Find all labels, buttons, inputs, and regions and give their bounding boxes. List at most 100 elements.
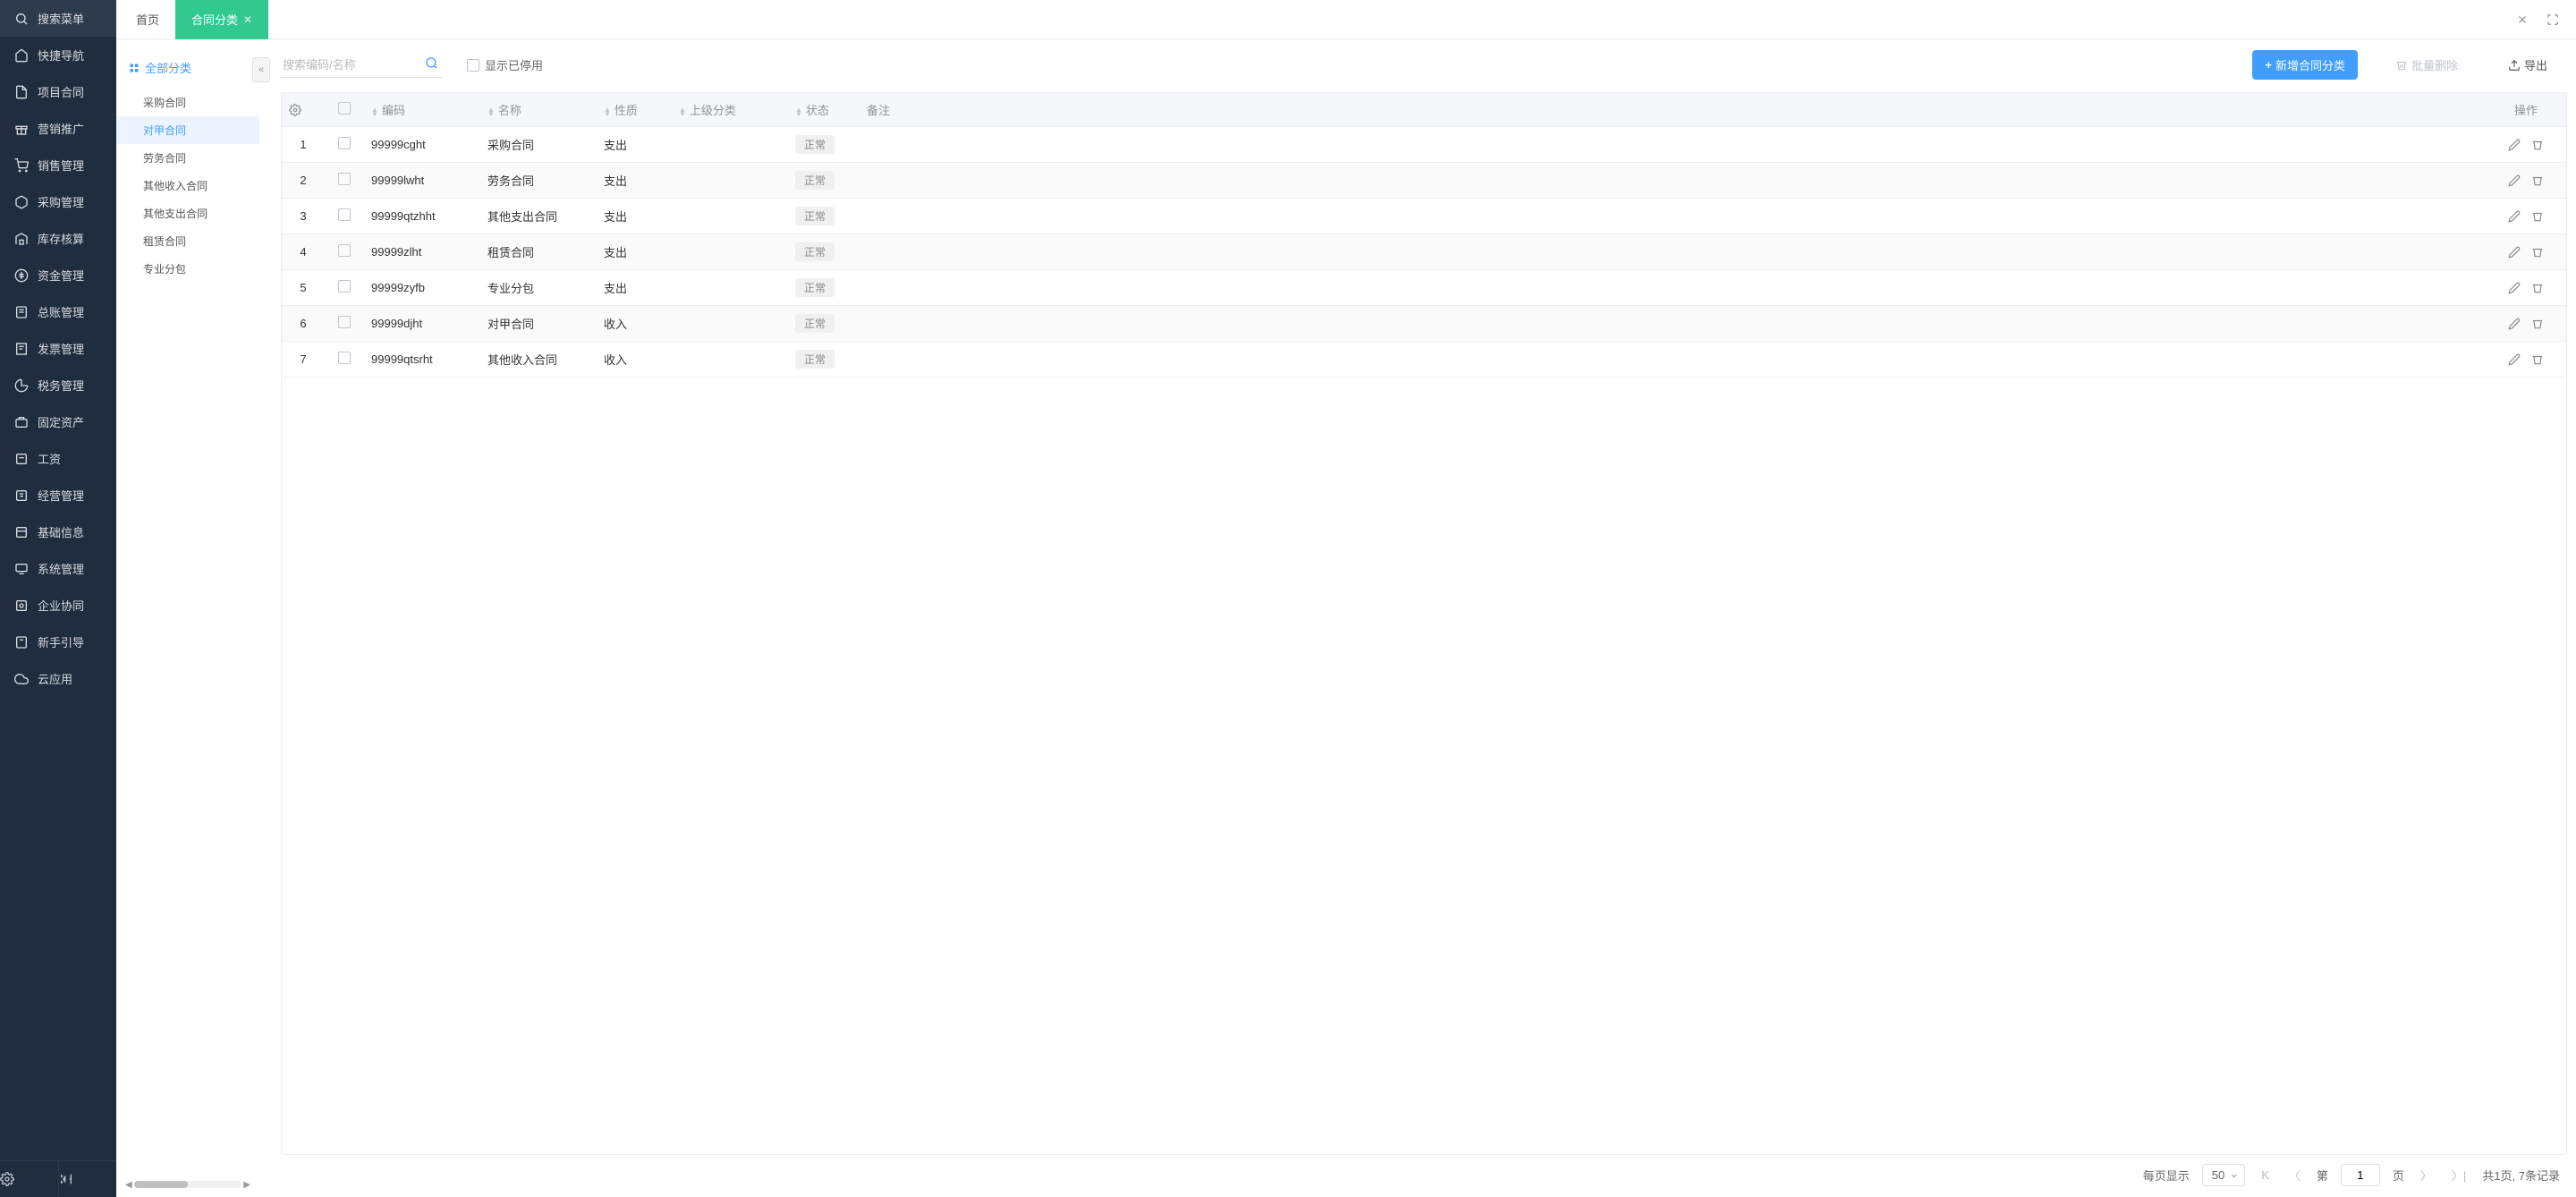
category-item[interactable]: 专业分包 <box>116 255 259 283</box>
page-first[interactable]: K <box>2258 1168 2273 1182</box>
close-tab-button[interactable] <box>2510 7 2535 32</box>
edit-button[interactable] <box>2508 246 2521 259</box>
column-name[interactable]: ▲▼名称 <box>480 93 597 127</box>
sidebar-item-guide[interactable]: 新手引导 <box>0 624 116 660</box>
sidebar-item-salary[interactable]: 工资 <box>0 440 116 477</box>
row-checkbox[interactable] <box>338 316 351 328</box>
category-scrollbar[interactable]: ◀ ▶ <box>116 1179 259 1190</box>
collab-icon <box>14 598 29 613</box>
close-icon[interactable]: ✕ <box>243 13 252 26</box>
delete-button[interactable] <box>2531 139 2544 151</box>
cell-status: 正常 <box>788 342 860 378</box>
sidebar-item-label: 搜索菜单 <box>38 10 84 27</box>
sidebar-item-box[interactable]: 采购管理 <box>0 183 116 220</box>
plus-icon: + <box>2265 58 2272 72</box>
fullscreen-button[interactable] <box>2540 7 2565 32</box>
sidebar-item-search[interactable]: 搜索菜单 <box>0 0 116 37</box>
delete-button[interactable] <box>2531 353 2544 366</box>
cell-parent <box>672 163 788 199</box>
sidebar-item-ledger[interactable]: 总账管理 <box>0 293 116 330</box>
category-item[interactable]: 其他收入合同 <box>116 172 259 200</box>
edit-button[interactable] <box>2508 174 2521 187</box>
gift-icon <box>14 122 29 136</box>
add-category-button[interactable]: + 新增合同分类 <box>2252 50 2358 80</box>
search-input[interactable] <box>281 53 442 78</box>
page-prev[interactable]: 〈 <box>2285 1167 2304 1184</box>
delete-button[interactable] <box>2531 210 2544 223</box>
sidebar-item-tax[interactable]: 税务管理 <box>0 367 116 403</box>
sidebar-item-home[interactable]: 快捷导航 <box>0 37 116 73</box>
category-item[interactable]: 其他支出合同 <box>116 200 259 227</box>
sidebar-item-biz[interactable]: 经营管理 <box>0 477 116 514</box>
select-all-checkbox[interactable] <box>325 93 364 127</box>
batch-delete-button[interactable]: 批量删除 <box>2383 50 2470 80</box>
page-last[interactable]: 〉| <box>2448 1167 2470 1184</box>
sidebar-item-invoice[interactable]: 发票管理 <box>0 330 116 367</box>
row-index: 3 <box>282 199 325 234</box>
tab[interactable]: 首页 <box>120 0 175 39</box>
page-input[interactable] <box>2341 1164 2380 1186</box>
show-disabled-checkbox[interactable]: 显示已停用 <box>467 56 543 73</box>
sidebar-item-label: 资金管理 <box>38 267 84 284</box>
settings-button[interactable] <box>0 1161 59 1197</box>
column-remark: 备注 <box>860 93 2486 127</box>
column-parent[interactable]: ▲▼上级分类 <box>672 93 788 127</box>
table-row: 199999cght采购合同支出正常 <box>282 127 2566 163</box>
edit-button[interactable] <box>2508 282 2521 294</box>
category-item[interactable]: 对甲合同 <box>116 116 259 144</box>
column-code[interactable]: ▲▼编码 <box>364 93 480 127</box>
sidebar-item-gift[interactable]: 营销推广 <box>0 110 116 147</box>
row-checkbox[interactable] <box>338 280 351 293</box>
row-checkbox[interactable] <box>338 352 351 364</box>
sidebar-item-label: 云应用 <box>38 670 72 687</box>
category-all[interactable]: 全部分类 <box>116 50 259 85</box>
column-nature[interactable]: ▲▼性质 <box>597 93 672 127</box>
page-next[interactable]: 〉 <box>2417 1167 2436 1184</box>
sidebar-item-label: 项目合同 <box>38 83 84 100</box>
search-icon[interactable] <box>425 56 438 70</box>
collapse-category-panel[interactable]: « <box>252 57 270 82</box>
delete-button[interactable] <box>2531 318 2544 330</box>
column-status[interactable]: ▲▼状态 <box>788 93 860 127</box>
column-settings[interactable] <box>282 93 325 127</box>
row-checkbox[interactable] <box>338 208 351 221</box>
page-prefix: 第 <box>2317 1167 2328 1184</box>
edit-button[interactable] <box>2508 210 2521 223</box>
sidebar-item-system[interactable]: 系统管理 <box>0 550 116 587</box>
sidebar-item-money[interactable]: 资金管理 <box>0 257 116 293</box>
delete-button[interactable] <box>2531 282 2544 294</box>
sidebar-item-label: 库存核算 <box>38 230 84 247</box>
home-icon <box>14 48 29 63</box>
sidebar-item-warehouse[interactable]: 库存核算 <box>0 220 116 257</box>
row-checkbox[interactable] <box>338 173 351 185</box>
category-item[interactable]: 租赁合同 <box>116 227 259 255</box>
cell-nature: 收入 <box>597 342 672 378</box>
edit-button[interactable] <box>2508 353 2521 366</box>
category-item[interactable]: 采购合同 <box>116 89 259 116</box>
edit-button[interactable] <box>2508 139 2521 151</box>
show-disabled-label: 显示已停用 <box>485 56 543 73</box>
cell-nature: 支出 <box>597 163 672 199</box>
sidebar-item-info[interactable]: 基础信息 <box>0 514 116 550</box>
cell-remark <box>860 270 2486 306</box>
row-checkbox[interactable] <box>338 137 351 149</box>
file-icon <box>14 85 29 99</box>
delete-button[interactable] <box>2531 174 2544 187</box>
gear-icon <box>289 104 318 116</box>
sidebar-item-file[interactable]: 项目合同 <box>0 73 116 110</box>
sidebar-item-asset[interactable]: 固定资产 <box>0 403 116 440</box>
per-page-select[interactable]: 50 <box>2202 1164 2245 1186</box>
info-icon <box>14 525 29 539</box>
category-item[interactable]: 劳务合同 <box>116 144 259 172</box>
row-index: 6 <box>282 306 325 342</box>
collapse-sidebar-button[interactable] <box>59 1161 117 1197</box>
delete-button[interactable] <box>2531 246 2544 259</box>
sidebar-item-cloud[interactable]: 云应用 <box>0 660 116 697</box>
tab-label: 首页 <box>136 11 159 28</box>
sidebar-item-cart[interactable]: 销售管理 <box>0 147 116 183</box>
tab[interactable]: 合同分类✕ <box>175 0 268 39</box>
edit-button[interactable] <box>2508 318 2521 330</box>
row-checkbox[interactable] <box>338 244 351 257</box>
export-button[interactable]: 导出 <box>2496 50 2560 80</box>
sidebar-item-collab[interactable]: 企业协同 <box>0 587 116 624</box>
